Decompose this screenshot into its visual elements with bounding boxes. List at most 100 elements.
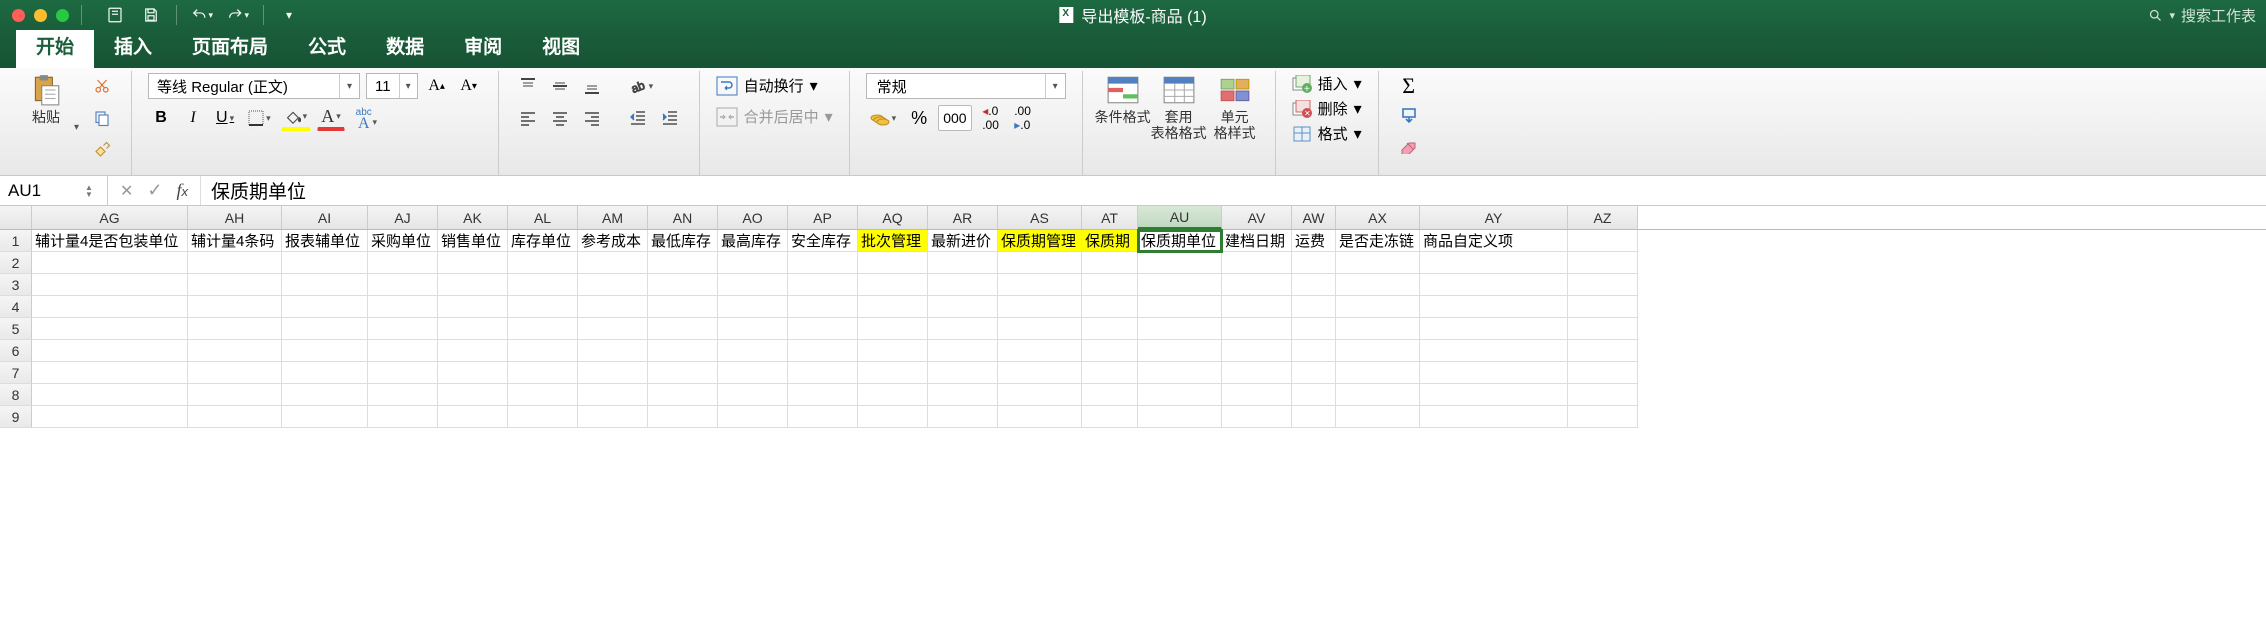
cell[interactable]: [648, 384, 718, 406]
cell[interactable]: [32, 384, 188, 406]
insert-cells-button[interactable]: +插入▾: [1292, 73, 1362, 94]
cell[interactable]: [1568, 384, 1638, 406]
column-header-AX[interactable]: AX: [1336, 206, 1420, 229]
cell[interactable]: [1082, 406, 1138, 428]
column-header-AZ[interactable]: AZ: [1568, 206, 1638, 229]
cell[interactable]: [998, 340, 1082, 362]
cell[interactable]: [1292, 296, 1336, 318]
spreadsheet-grid[interactable]: AGAHAIAJAKALAMANAOAPAQARASATAUAVAWAXAYAZ…: [0, 206, 2266, 428]
cell[interactable]: 最低库存: [648, 230, 718, 252]
cell[interactable]: [1568, 318, 1638, 340]
increase-decimal-button[interactable]: ◂.0.00: [978, 105, 1004, 131]
cell[interactable]: 保质期管理: [998, 230, 1082, 252]
fill-color-button[interactable]: ▾: [281, 105, 312, 131]
cell[interactable]: [188, 296, 282, 318]
cell[interactable]: [1336, 406, 1420, 428]
cell[interactable]: [282, 384, 368, 406]
name-box[interactable]: AU1 ▲▼: [0, 176, 108, 206]
cell[interactable]: 保质期: [1082, 230, 1138, 252]
column-header-AM[interactable]: AM: [578, 206, 648, 229]
number-format-select[interactable]: 常规▾: [866, 73, 1066, 99]
cell[interactable]: [648, 274, 718, 296]
cell[interactable]: 批次管理: [858, 230, 928, 252]
fx-button[interactable]: fx: [177, 180, 189, 201]
column-header-AR[interactable]: AR: [928, 206, 998, 229]
cell[interactable]: [438, 362, 508, 384]
redo-icon[interactable]: ▾: [227, 4, 249, 26]
cell[interactable]: [858, 296, 928, 318]
cell[interactable]: [1222, 384, 1292, 406]
cell[interactable]: [1082, 340, 1138, 362]
column-header-AV[interactable]: AV: [1222, 206, 1292, 229]
cell[interactable]: [508, 362, 578, 384]
row-header-9[interactable]: 9: [0, 406, 32, 428]
cell[interactable]: [578, 340, 648, 362]
row-header-6[interactable]: 6: [0, 340, 32, 362]
cell[interactable]: [928, 406, 998, 428]
cell[interactable]: [648, 362, 718, 384]
cell[interactable]: [998, 362, 1082, 384]
customize-qat-icon[interactable]: ▾: [278, 4, 300, 26]
cell[interactable]: [438, 384, 508, 406]
cell[interactable]: [188, 274, 282, 296]
sheet-search[interactable]: ▾ 搜索工作表: [2148, 5, 2256, 26]
cell[interactable]: 保质期单位: [1138, 230, 1222, 252]
cell[interactable]: [858, 274, 928, 296]
cell[interactable]: [368, 252, 438, 274]
autosum-button[interactable]: Σ: [1395, 73, 1425, 99]
format-painter-button[interactable]: [89, 137, 115, 163]
align-top-button[interactable]: [515, 73, 541, 99]
column-header-AK[interactable]: AK: [438, 206, 508, 229]
cell[interactable]: [368, 274, 438, 296]
align-right-button[interactable]: [579, 105, 605, 131]
autosave-icon[interactable]: [104, 4, 126, 26]
cell[interactable]: [858, 384, 928, 406]
cell[interactable]: [32, 406, 188, 428]
cell[interactable]: [648, 318, 718, 340]
cell[interactable]: [1138, 406, 1222, 428]
cell[interactable]: [858, 318, 928, 340]
cell[interactable]: [1568, 406, 1638, 428]
cell[interactable]: [1568, 252, 1638, 274]
cell[interactable]: [578, 318, 648, 340]
cell[interactable]: [188, 406, 282, 428]
cell[interactable]: [578, 384, 648, 406]
cell[interactable]: [282, 340, 368, 362]
font-color-button[interactable]: A▾: [317, 105, 345, 131]
cell[interactable]: [858, 340, 928, 362]
cell[interactable]: [32, 296, 188, 318]
align-bottom-button[interactable]: [579, 73, 605, 99]
cell[interactable]: [648, 252, 718, 274]
cell[interactable]: [1336, 362, 1420, 384]
cell[interactable]: [858, 406, 928, 428]
cell[interactable]: [438, 274, 508, 296]
cell[interactable]: [788, 406, 858, 428]
formula-input[interactable]: 保质期单位: [200, 176, 2266, 205]
cell[interactable]: 建档日期: [1222, 230, 1292, 252]
cell[interactable]: [368, 340, 438, 362]
cell[interactable]: [928, 318, 998, 340]
cell[interactable]: [1336, 296, 1420, 318]
format-cells-button[interactable]: 格式▾: [1292, 123, 1362, 144]
cell[interactable]: [1222, 252, 1292, 274]
cell[interactable]: [718, 384, 788, 406]
cell[interactable]: 辅计量4是否包装单位: [32, 230, 188, 252]
cell[interactable]: [188, 362, 282, 384]
cell[interactable]: [998, 252, 1082, 274]
cell[interactable]: [438, 296, 508, 318]
cell[interactable]: [1292, 274, 1336, 296]
clear-button[interactable]: [1395, 133, 1425, 159]
cell[interactable]: [1222, 406, 1292, 428]
cell[interactable]: [928, 340, 998, 362]
paste-button[interactable]: 粘贴: [18, 71, 74, 151]
cell[interactable]: [1292, 406, 1336, 428]
column-header-AH[interactable]: AH: [188, 206, 282, 229]
cell[interactable]: [1420, 296, 1568, 318]
cell[interactable]: [1336, 384, 1420, 406]
column-header-AW[interactable]: AW: [1292, 206, 1336, 229]
cell[interactable]: [368, 318, 438, 340]
cell[interactable]: [1336, 318, 1420, 340]
close-window[interactable]: [12, 9, 25, 22]
cell[interactable]: [1568, 296, 1638, 318]
shrink-font-button[interactable]: A▾: [456, 73, 482, 99]
